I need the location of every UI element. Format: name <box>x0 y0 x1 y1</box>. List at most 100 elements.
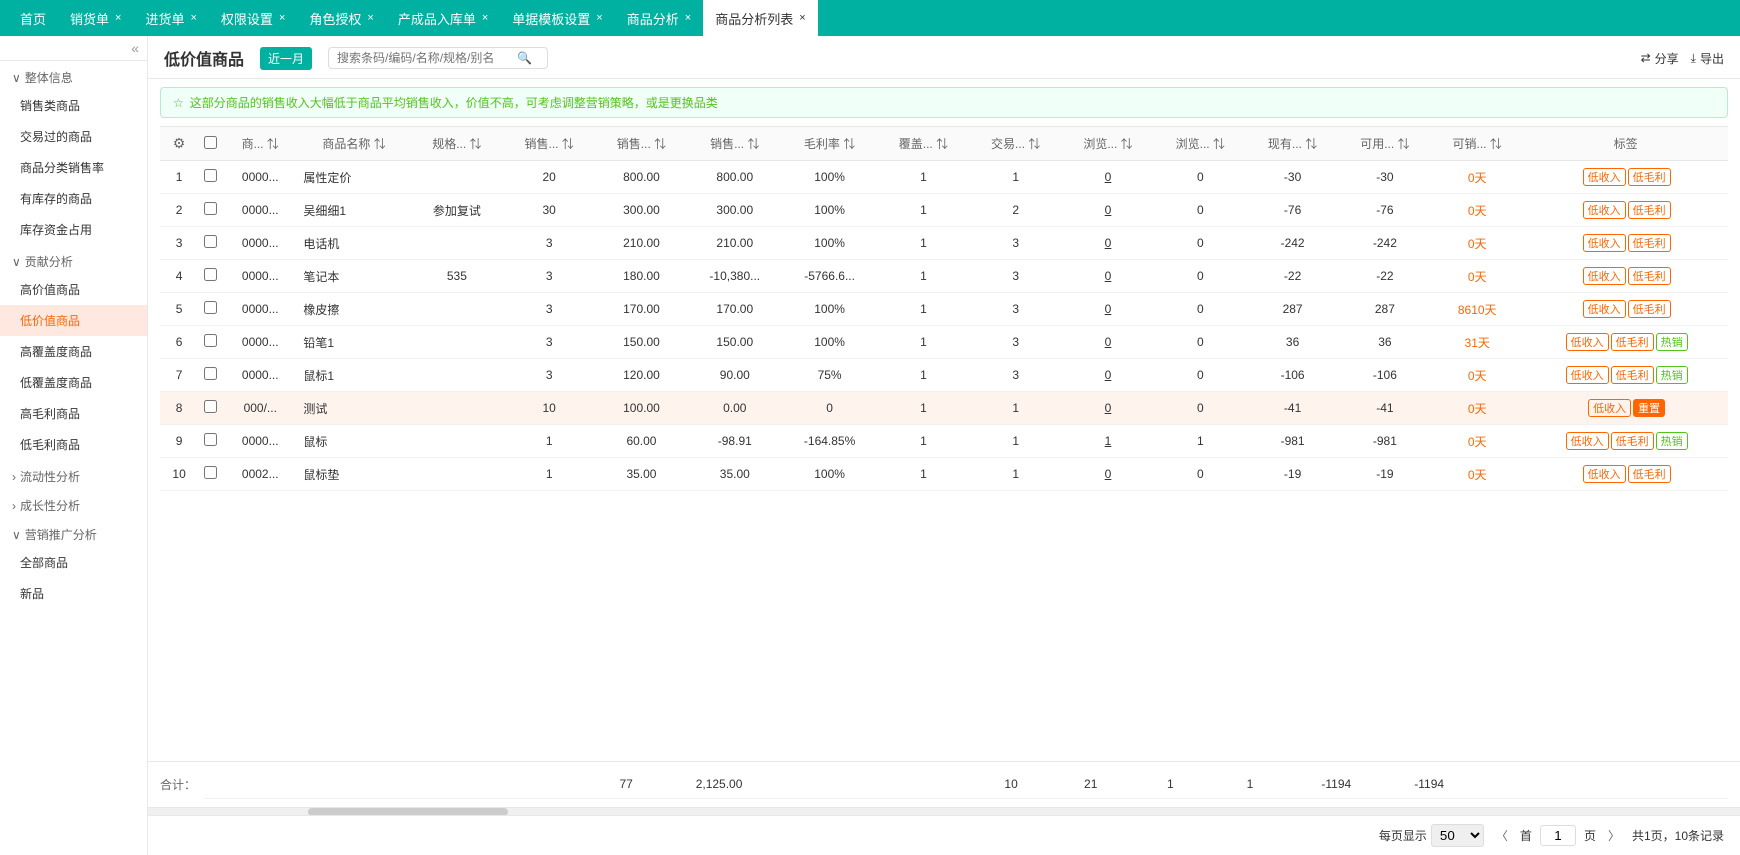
sidebar-group-title-contribution[interactable]: ∨ 贡献分析 <box>0 245 147 274</box>
col-available[interactable]: 可用... ⇅ <box>1339 127 1431 161</box>
select-all-checkbox[interactable] <box>204 136 217 149</box>
row-checkbox[interactable] <box>204 334 217 347</box>
col-spec[interactable]: 规格... ⇅ <box>411 127 503 161</box>
col-saleable[interactable]: 可销... ⇅ <box>1431 127 1523 161</box>
sidebar-collapse-btn[interactable]: « <box>131 40 139 56</box>
row-checkbox[interactable] <box>204 235 217 248</box>
close-icon[interactable]: × <box>799 12 805 24</box>
row-checkbox-cell[interactable] <box>198 359 223 392</box>
row-index: 8 <box>160 392 198 425</box>
row-checkbox-cell[interactable] <box>198 458 223 491</box>
row-checkbox-cell[interactable] <box>198 161 223 194</box>
views-link[interactable]: 0 <box>1105 203 1112 217</box>
sidebar-item-category-sales[interactable]: 商品分类销售率 <box>0 152 147 183</box>
sidebar-item-high-coverage[interactable]: 高覆盖度商品 <box>0 336 147 367</box>
row-checkbox-cell[interactable] <box>198 392 223 425</box>
views-link[interactable]: 0 <box>1105 302 1112 316</box>
close-icon[interactable]: × <box>596 12 602 24</box>
search-input[interactable] <box>337 51 517 65</box>
nav-home[interactable]: 首页 <box>8 0 58 36</box>
nav-sales-order[interactable]: 销货单 × <box>58 0 133 36</box>
col-code[interactable]: 商... ⇅ <box>223 127 297 161</box>
close-icon[interactable]: × <box>482 12 488 24</box>
col-trade[interactable]: 交易... ⇅ <box>970 127 1062 161</box>
share-button[interactable]: ⇄ 分享 <box>1641 50 1679 67</box>
horizontal-scrollbar[interactable] <box>148 807 1740 815</box>
per-page-select[interactable]: 50 100 200 <box>1431 824 1484 847</box>
row-checkbox-cell[interactable] <box>198 260 223 293</box>
sidebar-item-all-products[interactable]: 全部商品 <box>0 547 147 578</box>
row-checkbox-cell[interactable] <box>198 194 223 227</box>
export-button[interactable]: ⤓ 导出 <box>1691 50 1724 67</box>
close-icon[interactable]: × <box>685 12 691 24</box>
nav-product-analysis[interactable]: 商品分析 × <box>615 0 703 36</box>
close-icon[interactable]: × <box>115 12 121 24</box>
nav-role-auth[interactable]: 角色授权 × <box>297 0 385 36</box>
sidebar-item-low-value[interactable]: 低价值商品 <box>0 305 147 336</box>
sidebar-item-stocked-products[interactable]: 有库存的商品 <box>0 183 147 214</box>
page-input[interactable] <box>1540 825 1576 846</box>
row-index: 6 <box>160 326 198 359</box>
nav-product-in[interactable]: 产成品入库单 × <box>386 0 500 36</box>
row-checkbox-cell[interactable] <box>198 326 223 359</box>
col-gross-margin[interactable]: 毛利率 ⇅ <box>782 127 877 161</box>
sidebar-item-high-value[interactable]: 高价值商品 <box>0 274 147 305</box>
sidebar-group-title-overall[interactable]: ∨ 整体信息 <box>0 61 147 90</box>
row-sales-amt: 150.00 <box>595 326 687 359</box>
settings-header[interactable]: ⚙ <box>160 127 198 161</box>
row-checkbox-cell[interactable] <box>198 227 223 260</box>
sidebar-group-title-liquidity[interactable]: › 流动性分析 <box>0 460 147 489</box>
col-views2[interactable]: 浏览... ⇅ <box>1154 127 1246 161</box>
row-coverage: 1 <box>877 359 969 392</box>
views-link[interactable]: 0 <box>1105 368 1112 382</box>
nav-purchase-order[interactable]: 进货单 × <box>133 0 208 36</box>
sidebar-item-new-products[interactable]: 新品 <box>0 578 147 609</box>
checkbox-header[interactable] <box>198 127 223 161</box>
row-checkbox-cell[interactable] <box>198 293 223 326</box>
row-checkbox[interactable] <box>204 301 217 314</box>
views-link[interactable]: 0 <box>1105 236 1112 250</box>
col-qty[interactable]: 销售... ⇅ <box>503 127 595 161</box>
views-link[interactable]: 0 <box>1105 335 1112 349</box>
views-link[interactable]: 0 <box>1105 467 1112 481</box>
row-checkbox[interactable] <box>204 400 217 413</box>
row-checkbox[interactable] <box>204 367 217 380</box>
row-checkbox[interactable] <box>204 202 217 215</box>
row-coverage: 1 <box>877 425 969 458</box>
views-link[interactable]: 0 <box>1105 269 1112 283</box>
period-button[interactable]: 近一月 <box>260 47 312 70</box>
close-icon[interactable]: × <box>190 12 196 24</box>
sidebar-item-stock-funds[interactable]: 库存资金占用 <box>0 214 147 245</box>
col-sales-cost[interactable]: 销售... ⇅ <box>688 127 782 161</box>
sidebar-group-title-growth[interactable]: › 成长性分析 <box>0 489 147 518</box>
row-checkbox-cell[interactable] <box>198 425 223 458</box>
sidebar-item-sales-products[interactable]: 销售类商品 <box>0 90 147 121</box>
row-checkbox[interactable] <box>204 268 217 281</box>
tag-label: 低毛利 <box>1628 465 1671 483</box>
row-checkbox[interactable] <box>204 466 217 479</box>
sidebar-item-traded-products[interactable]: 交易过的商品 <box>0 121 147 152</box>
nav-permission[interactable]: 权限设置 × <box>209 0 297 36</box>
sidebar-item-low-margin[interactable]: 低毛利商品 <box>0 429 147 460</box>
first-page-btn[interactable]: 〈 <box>1492 827 1512 844</box>
row-checkbox[interactable] <box>204 433 217 446</box>
next-page-btn[interactable]: 〉 <box>1604 827 1624 844</box>
views-link[interactable]: 0 <box>1105 401 1112 415</box>
close-icon[interactable]: × <box>367 12 373 24</box>
nav-template-settings[interactable]: 单据模板设置 × <box>500 0 614 36</box>
col-name[interactable]: 商品名称 ⇅ <box>297 127 410 161</box>
sidebar-group-title-marketing[interactable]: ∨ 营销推广分析 <box>0 518 147 547</box>
sidebar-item-high-margin[interactable]: 高毛利商品 <box>0 398 147 429</box>
col-coverage[interactable]: 覆盖... ⇅ <box>877 127 969 161</box>
close-icon[interactable]: × <box>279 12 285 24</box>
search-icon[interactable]: 🔍 <box>517 51 532 65</box>
row-checkbox[interactable] <box>204 169 217 182</box>
col-current[interactable]: 现有... ⇅ <box>1246 127 1338 161</box>
row-sales-cost: 300.00 <box>688 194 782 227</box>
views-link[interactable]: 1 <box>1105 434 1112 448</box>
col-views1[interactable]: 浏览... ⇅ <box>1062 127 1154 161</box>
nav-product-analysis-list[interactable]: 商品分析列表 × <box>703 0 817 36</box>
views-link[interactable]: 0 <box>1105 170 1112 184</box>
col-sales-amt[interactable]: 销售... ⇅ <box>595 127 687 161</box>
sidebar-item-low-coverage[interactable]: 低覆盖度商品 <box>0 367 147 398</box>
